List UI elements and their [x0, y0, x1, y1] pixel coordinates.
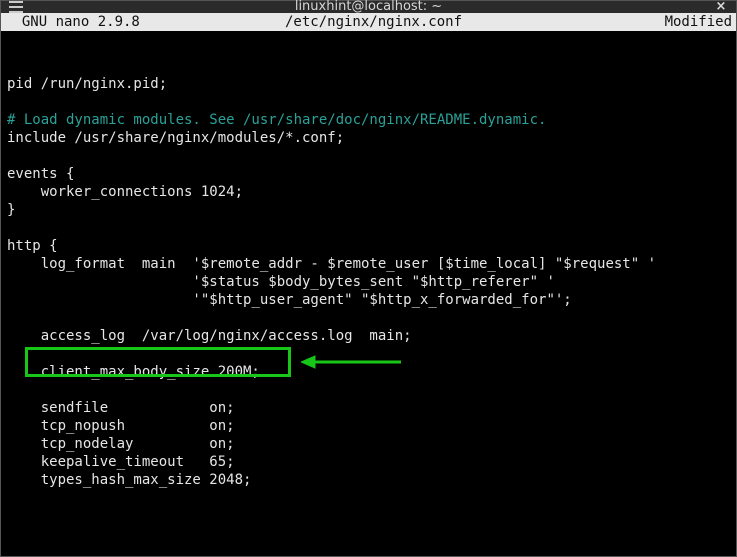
code-line: tcp_nopush on;	[7, 418, 235, 434]
editor-file: /etc/nginx/nginx.conf	[285, 13, 665, 31]
annotation-highlight-box	[25, 347, 291, 377]
code-line: include /usr/share/nginx/modules/*.conf;	[7, 130, 344, 146]
annotation-arrow	[301, 354, 401, 370]
code-line: pid /run/nginx.pid;	[7, 76, 167, 92]
editor-program: GNU nano 2.9.8	[5, 13, 285, 31]
editor-status-bar: GNU nano 2.9.8 /etc/nginx/nginx.conf Mod…	[1, 13, 736, 31]
code-line: worker_connections 1024;	[7, 184, 243, 200]
code-line: '"$http_user_agent" "$http_x_forwarded_f…	[7, 292, 572, 308]
code-comment: # Load dynamic modules. See /usr/share/d…	[7, 112, 546, 128]
window-titlebar: linuxhint@localhost: ~ ×	[1, 1, 736, 13]
code-line: log_format main '$remote_addr - $remote_…	[7, 256, 656, 272]
close-button[interactable]: ×	[706, 0, 736, 16]
code-line: '$status $body_bytes_sent "$http_referer…	[7, 274, 555, 290]
code-line: tcp_nodelay on;	[7, 436, 235, 452]
code-line: access_log /var/log/nginx/access.log mai…	[7, 328, 412, 344]
code-line: }	[7, 202, 15, 218]
code-line: http {	[7, 238, 58, 254]
code-line: sendfile on;	[7, 400, 235, 416]
code-line: events {	[7, 166, 74, 182]
editor-content[interactable]: pid /run/nginx.pid; # Load dynamic modul…	[1, 31, 736, 557]
hamburger-menu-icon[interactable]	[1, 1, 31, 13]
code-line: types_hash_max_size 2048;	[7, 472, 251, 488]
code-line: keepalive_timeout 65;	[7, 454, 235, 470]
